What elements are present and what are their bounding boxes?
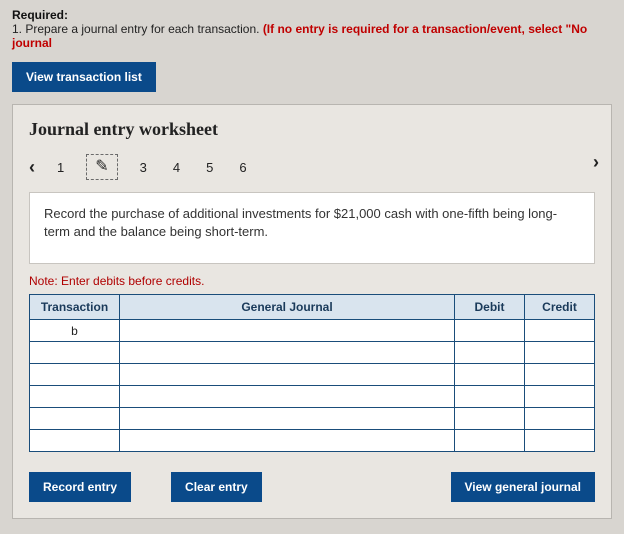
cell-general-journal[interactable] <box>120 430 455 452</box>
cell-general-journal[interactable] <box>120 320 455 342</box>
cell-credit[interactable] <box>525 364 595 386</box>
cell-debit[interactable] <box>455 364 525 386</box>
cell-transaction[interactable]: b <box>30 320 120 342</box>
cell-credit[interactable] <box>525 408 595 430</box>
journal-worksheet: Journal entry worksheet ‹ 1 ✎ 3 4 5 6 › … <box>12 104 612 519</box>
cell-debit[interactable] <box>455 430 525 452</box>
cell-general-journal[interactable] <box>120 364 455 386</box>
cell-general-journal[interactable] <box>120 386 455 408</box>
cell-credit[interactable] <box>525 342 595 364</box>
cell-general-journal[interactable] <box>120 342 455 364</box>
required-block: Required: 1. Prepare a journal entry for… <box>0 0 624 56</box>
pager-item-4[interactable]: 4 <box>169 158 184 177</box>
required-label: Required: <box>12 8 612 22</box>
cell-debit[interactable] <box>455 342 525 364</box>
worksheet-pager: ‹ 1 ✎ 3 4 5 6 › <box>29 154 595 180</box>
view-transaction-list-button[interactable]: View transaction list <box>12 62 156 92</box>
cell-debit[interactable] <box>455 408 525 430</box>
instruction-box: Record the purchase of additional invest… <box>29 192 595 264</box>
record-entry-button[interactable]: Record entry <box>29 472 131 502</box>
cell-transaction[interactable] <box>30 386 120 408</box>
cell-transaction[interactable] <box>30 342 120 364</box>
table-row <box>30 430 595 452</box>
cell-credit[interactable] <box>525 320 595 342</box>
table-header-row: Transaction General Journal Debit Credit <box>30 295 595 320</box>
cell-credit[interactable] <box>525 430 595 452</box>
worksheet-title: Journal entry worksheet <box>29 119 595 140</box>
cell-transaction[interactable] <box>30 364 120 386</box>
pager-item-6[interactable]: 6 <box>235 158 250 177</box>
table-row <box>30 386 595 408</box>
cell-credit[interactable] <box>525 386 595 408</box>
pager-prev-icon[interactable]: ‹ <box>29 157 35 178</box>
table-row <box>30 408 595 430</box>
cell-transaction[interactable] <box>30 408 120 430</box>
journal-table: Transaction General Journal Debit Credit… <box>29 294 595 452</box>
cell-debit[interactable] <box>455 386 525 408</box>
header-transaction: Transaction <box>30 295 120 320</box>
worksheet-button-row: Record entry Clear entry View general jo… <box>29 472 595 502</box>
clear-entry-button[interactable]: Clear entry <box>171 472 262 502</box>
table-row <box>30 342 595 364</box>
header-debit: Debit <box>455 295 525 320</box>
table-row <box>30 364 595 386</box>
header-general-journal: General Journal <box>120 295 455 320</box>
header-credit: Credit <box>525 295 595 320</box>
cell-transaction[interactable] <box>30 430 120 452</box>
pager-item-3[interactable]: 3 <box>136 158 151 177</box>
view-general-journal-button[interactable]: View general journal <box>451 472 595 502</box>
cell-general-journal[interactable] <box>120 408 455 430</box>
debits-credits-note: Note: Enter debits before credits. <box>29 274 595 288</box>
pager-next-icon[interactable]: › <box>593 152 599 173</box>
pencil-icon: ✎ <box>95 159 108 175</box>
pager-item-1[interactable]: 1 <box>53 158 68 177</box>
cell-debit[interactable] <box>455 320 525 342</box>
table-row: b <box>30 320 595 342</box>
pager-item-2-active[interactable]: ✎ <box>86 154 117 180</box>
left-buttons: Record entry Clear entry <box>29 472 262 502</box>
pager-item-5[interactable]: 5 <box>202 158 217 177</box>
required-text: 1. Prepare a journal entry for each tran… <box>12 22 263 36</box>
